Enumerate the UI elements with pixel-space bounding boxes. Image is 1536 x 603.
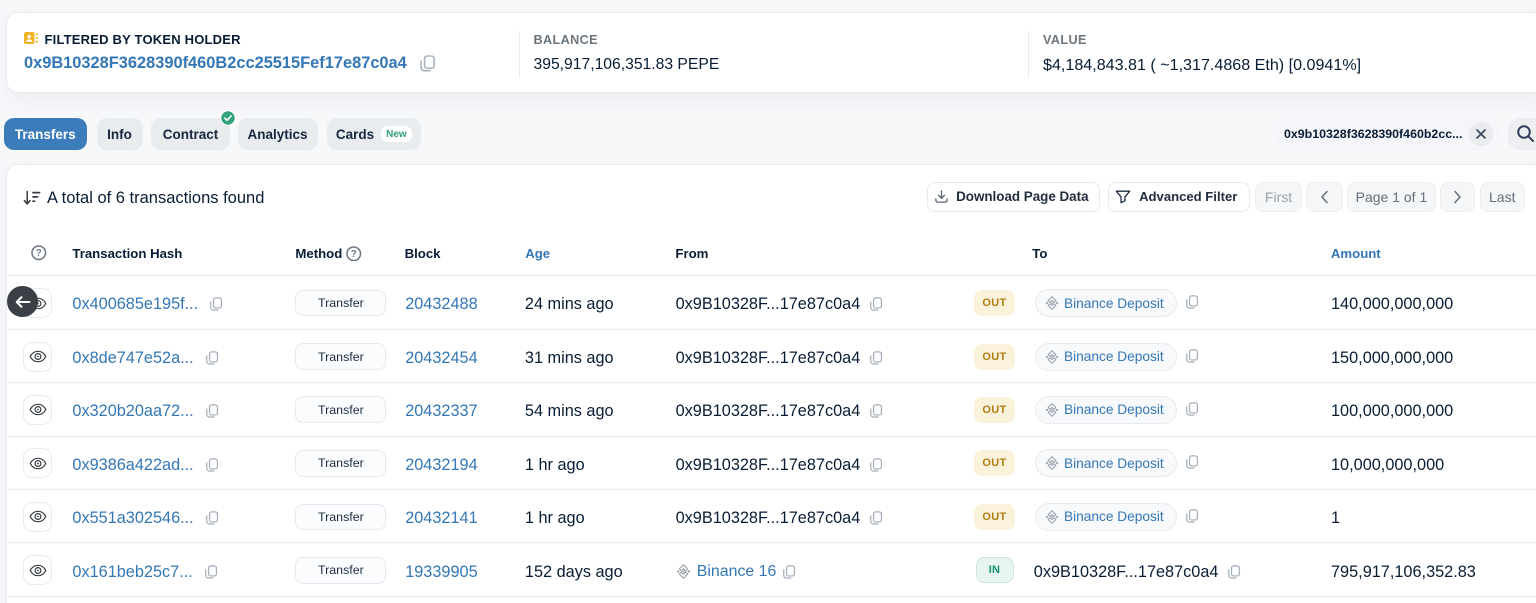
svg-text:?: ? (351, 249, 357, 260)
svg-text:?: ? (36, 248, 42, 259)
